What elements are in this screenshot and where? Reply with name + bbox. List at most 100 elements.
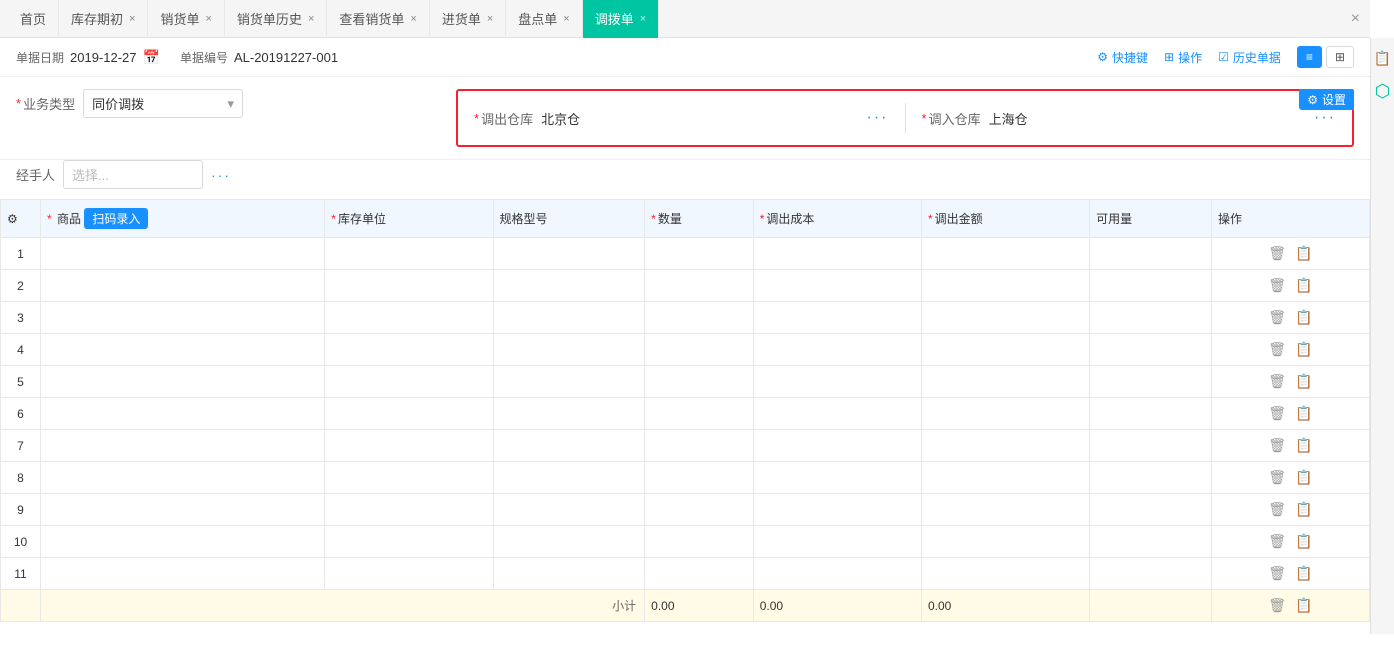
quantity-cell-3[interactable] [645, 302, 754, 334]
amount-cell-4[interactable] [921, 334, 1089, 366]
cost-cell-7[interactable] [753, 430, 921, 462]
available-cell-8[interactable] [1090, 462, 1212, 494]
copy-icon-1[interactable]: 📋 [1295, 245, 1312, 261]
product-cell-7[interactable] [41, 430, 325, 462]
unit-cell-9[interactable] [325, 494, 493, 526]
amount-cell-6[interactable] [921, 398, 1089, 430]
close-sales-order[interactable]: × [205, 13, 211, 25]
sidebar-doc-icon[interactable]: 📋 [1370, 46, 1394, 71]
available-cell-10[interactable] [1090, 526, 1212, 558]
copy-icon-9[interactable]: 📋 [1295, 501, 1312, 517]
spec-cell-5[interactable] [493, 366, 645, 398]
quantity-cell-5[interactable] [645, 366, 754, 398]
cost-cell-1[interactable] [753, 238, 921, 270]
cost-cell-2[interactable] [753, 270, 921, 302]
quantity-cell-8[interactable] [645, 462, 754, 494]
delete-icon-2[interactable]: 🗑 [1268, 277, 1286, 293]
spec-cell-1[interactable] [493, 238, 645, 270]
shortcut-btn[interactable]: ⚙ 快捷键 [1097, 49, 1148, 66]
calendar-icon[interactable]: 📅 [143, 49, 160, 66]
product-cell-5[interactable] [41, 366, 325, 398]
product-cell-1[interactable] [41, 238, 325, 270]
spec-cell-7[interactable] [493, 430, 645, 462]
settings-corner-btn[interactable]: ⚙ 设置 [1299, 89, 1354, 110]
close-stocktake[interactable]: × [563, 13, 569, 25]
cost-cell-3[interactable] [753, 302, 921, 334]
amount-cell-2[interactable] [921, 270, 1089, 302]
copy-icon-5[interactable]: 📋 [1295, 373, 1312, 389]
close-inventory-init[interactable]: × [129, 13, 135, 25]
product-cell-4[interactable] [41, 334, 325, 366]
tab-transfer[interactable]: 调拨单 × [583, 0, 659, 38]
amount-cell-9[interactable] [921, 494, 1089, 526]
delete-icon-3[interactable]: 🗑 [1268, 309, 1286, 325]
close-purchase[interactable]: × [487, 13, 493, 25]
agent-more-icon[interactable]: ··· [211, 167, 231, 183]
available-cell-1[interactable] [1090, 238, 1212, 270]
tab-purchase[interactable]: 进货单 × [430, 0, 506, 38]
tab-inventory-init[interactable]: 库存期初 × [59, 0, 148, 38]
history-btn[interactable]: ☑ 历史单据 [1218, 49, 1281, 66]
in-warehouse-more-icon[interactable]: ··· [1314, 109, 1336, 127]
cost-cell-11[interactable] [753, 558, 921, 590]
spec-cell-2[interactable] [493, 270, 645, 302]
cost-cell-4[interactable] [753, 334, 921, 366]
amount-cell-11[interactable] [921, 558, 1089, 590]
tab-sales-history[interactable]: 销货单历史 × [225, 0, 327, 38]
list-view-btn[interactable]: ≡ [1297, 46, 1322, 68]
available-cell-6[interactable] [1090, 398, 1212, 430]
sidebar-link-icon[interactable]: ⬡ [1371, 77, 1394, 106]
quantity-cell-4[interactable] [645, 334, 754, 366]
spec-cell-4[interactable] [493, 334, 645, 366]
quantity-cell-1[interactable] [645, 238, 754, 270]
close-window-icon[interactable]: × [1351, 10, 1360, 28]
amount-cell-1[interactable] [921, 238, 1089, 270]
out-warehouse-more-icon[interactable]: ··· [867, 109, 889, 127]
tab-stocktake[interactable]: 盘点单 × [506, 0, 582, 38]
spec-cell-8[interactable] [493, 462, 645, 494]
tab-sales-order[interactable]: 销货单 × [148, 0, 224, 38]
quantity-cell-2[interactable] [645, 270, 754, 302]
cost-cell-8[interactable] [753, 462, 921, 494]
spec-cell-11[interactable] [493, 558, 645, 590]
quantity-cell-7[interactable] [645, 430, 754, 462]
copy-icon-7[interactable]: 📋 [1295, 437, 1312, 453]
unit-cell-7[interactable] [325, 430, 493, 462]
copy-icon-11[interactable]: 📋 [1295, 565, 1312, 581]
cost-cell-10[interactable] [753, 526, 921, 558]
subtotal-delete-icon[interactable]: 🗑 [1268, 597, 1286, 613]
copy-icon-8[interactable]: 📋 [1295, 469, 1312, 485]
amount-cell-8[interactable] [921, 462, 1089, 494]
unit-cell-5[interactable] [325, 366, 493, 398]
product-cell-10[interactable] [41, 526, 325, 558]
delete-icon-11[interactable]: 🗑 [1268, 565, 1286, 581]
product-cell-6[interactable] [41, 398, 325, 430]
product-cell-3[interactable] [41, 302, 325, 334]
delete-icon-10[interactable]: 🗑 [1268, 533, 1286, 549]
cost-cell-5[interactable] [753, 366, 921, 398]
close-transfer[interactable]: × [640, 13, 646, 25]
unit-cell-11[interactable] [325, 558, 493, 590]
close-sales-history[interactable]: × [308, 13, 314, 25]
copy-icon-4[interactable]: 📋 [1295, 341, 1312, 357]
amount-cell-5[interactable] [921, 366, 1089, 398]
subtotal-copy-icon[interactable]: 📋 [1295, 597, 1312, 613]
tab-view-sales[interactable]: 查看销货单 × [327, 0, 429, 38]
unit-cell-10[interactable] [325, 526, 493, 558]
copy-icon-6[interactable]: 📋 [1295, 405, 1312, 421]
operation-btn[interactable]: ⊞ 操作 [1164, 49, 1202, 66]
product-cell-8[interactable] [41, 462, 325, 494]
quantity-cell-9[interactable] [645, 494, 754, 526]
spec-cell-10[interactable] [493, 526, 645, 558]
copy-icon-2[interactable]: 📋 [1295, 277, 1312, 293]
spec-cell-3[interactable] [493, 302, 645, 334]
available-cell-4[interactable] [1090, 334, 1212, 366]
quantity-cell-10[interactable] [645, 526, 754, 558]
close-view-sales[interactable]: × [410, 13, 416, 25]
delete-icon-5[interactable]: 🗑 [1268, 373, 1286, 389]
delete-icon-4[interactable]: 🗑 [1268, 341, 1286, 357]
scan-btn[interactable]: 扫码录入 [84, 208, 148, 229]
available-cell-5[interactable] [1090, 366, 1212, 398]
product-cell-9[interactable] [41, 494, 325, 526]
amount-cell-10[interactable] [921, 526, 1089, 558]
